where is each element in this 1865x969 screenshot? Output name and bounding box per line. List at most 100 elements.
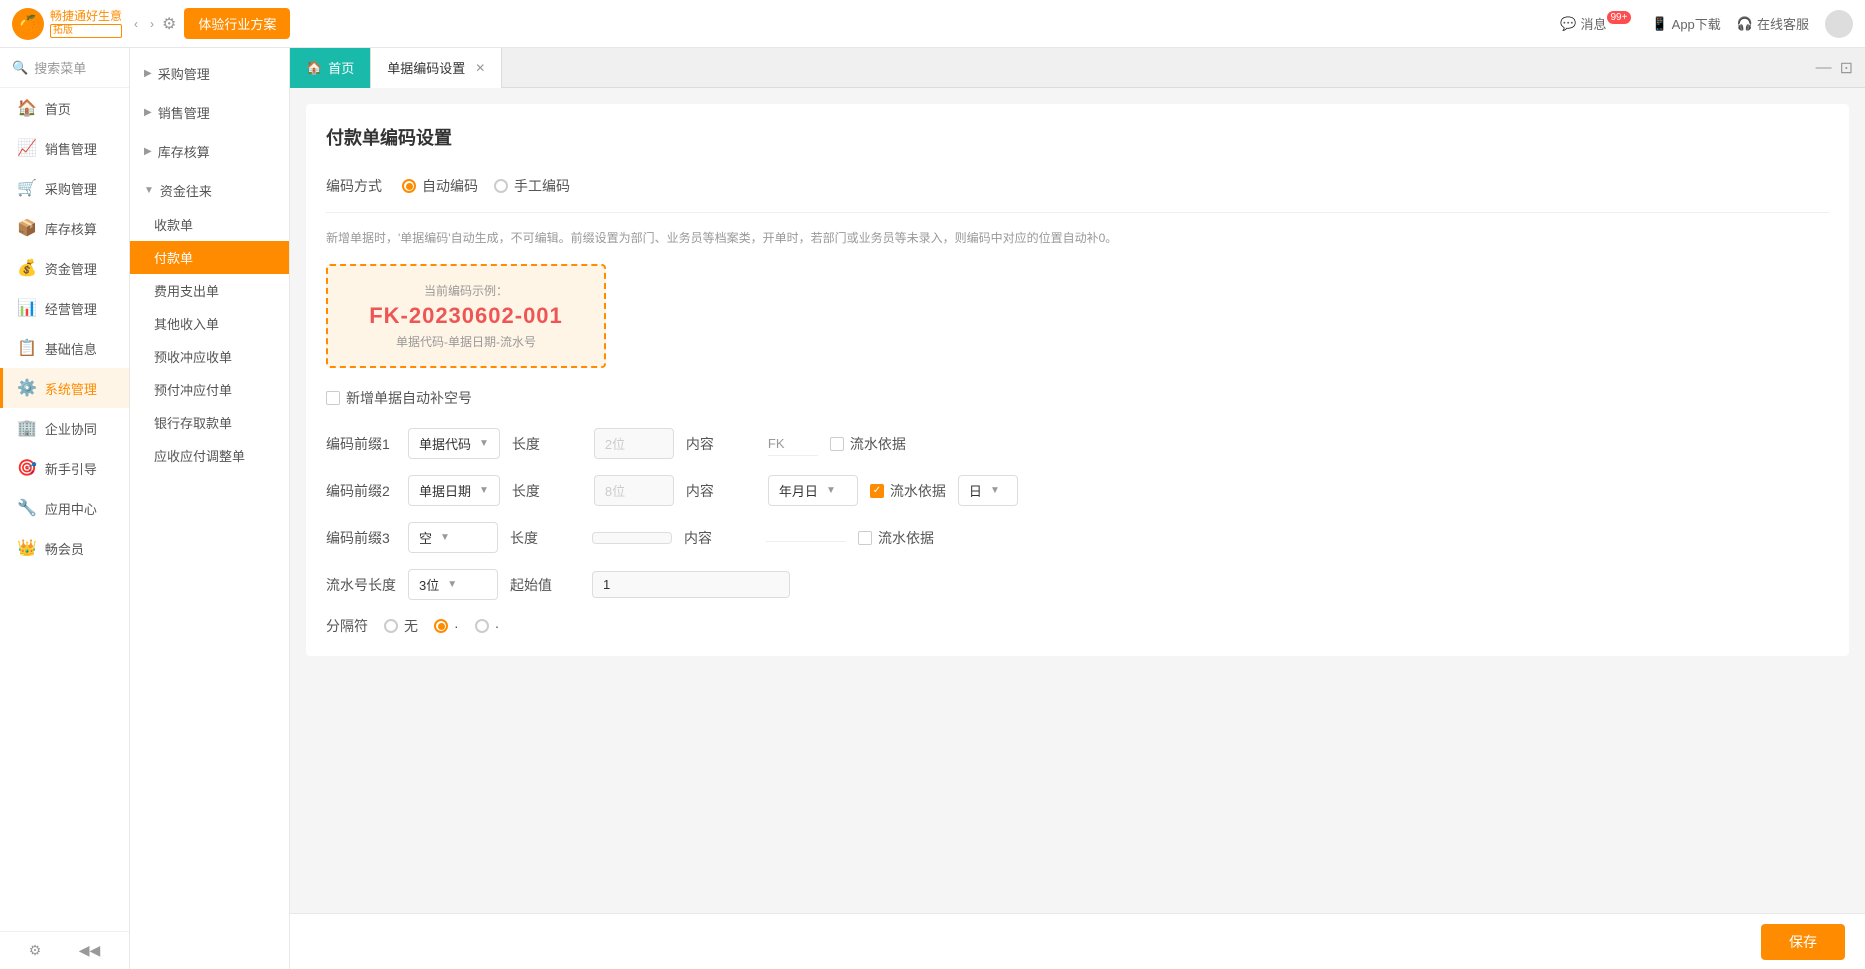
encode-radio-group: 自动编码 手工编码	[402, 176, 570, 196]
start-value-label: 起始值	[510, 575, 580, 595]
top-bar-left: 🍊 畅捷通好生意 拓版 ‹ › ⚙ 体验行业方案	[12, 8, 290, 40]
sub-menu-capital-header[interactable]: ▼ 资金往来	[130, 173, 289, 208]
sub-menu-pre-collection[interactable]: 预收冲应收单	[130, 340, 289, 373]
basic-icon: 📋	[17, 338, 37, 358]
sub-menu-expense[interactable]: 费用支出单	[130, 274, 289, 307]
serial-length-select[interactable]: 3位 ▼	[408, 569, 498, 600]
user-avatar[interactable]	[1825, 10, 1853, 38]
code-preview-box: 当前编码示例： FK-20230602-001 单据代码-单据日期-流水号	[326, 264, 606, 368]
tab-home[interactable]: 🏠 首页	[290, 48, 371, 88]
separator-label: 分隔符	[326, 616, 368, 636]
message-btn[interactable]: 💬 消息 99+	[1560, 14, 1635, 33]
sep-none-dot	[384, 619, 398, 633]
operations-icon: 📊	[17, 298, 37, 318]
sub-menu-payment[interactable]: 付款单	[130, 241, 289, 274]
content3-value	[766, 533, 846, 542]
checkbox-box	[326, 391, 340, 405]
content1-label: 内容	[686, 434, 756, 454]
sub-menu-sales: ▶ 销售管理	[130, 95, 289, 130]
prefix3-row: 编码前缀3 空 ▼ 长度 内容 流水依据	[326, 522, 1829, 553]
stream2-check[interactable]: ✓ 流水依据	[870, 481, 946, 501]
nav-forward-arrow[interactable]: ›	[146, 13, 158, 35]
sidebar-item-enterprise[interactable]: 🏢 企业协同	[0, 408, 129, 448]
collapse-icon[interactable]: ◀◀	[79, 942, 101, 959]
sep-none-radio[interactable]: 无	[384, 616, 418, 636]
arrow-icon: ▶	[144, 107, 152, 118]
new-bill-fill-checkbox[interactable]: 新增单据自动补空号	[326, 388, 1829, 408]
prefix1-select[interactable]: 单据代码 ▼	[408, 428, 500, 459]
tab-bill-code[interactable]: 单据编码设置 ✕	[371, 48, 502, 88]
sub-menu-inventory-header[interactable]: ▶ 库存核算	[130, 134, 289, 169]
app-icon: 📱	[1651, 16, 1667, 32]
top-bar-nav: ‹ › ⚙	[130, 13, 176, 35]
length3-label: 长度	[510, 528, 580, 548]
guide-icon: 🎯	[17, 458, 37, 478]
arrow-icon: ▶	[144, 68, 152, 79]
sidebar-item-purchase[interactable]: 🛒 采购管理	[0, 168, 129, 208]
sidebar-item-home[interactable]: 🏠 首页	[0, 88, 129, 128]
content2-label: 内容	[686, 481, 756, 501]
sidebar-item-finance[interactable]: 💰 资金管理	[0, 248, 129, 288]
tab-bar: 🏠 首页 单据编码设置 ✕ — ⊡	[290, 48, 1865, 88]
nav-back-arrow[interactable]: ‹	[130, 13, 142, 35]
home-tab-icon: 🏠	[306, 60, 322, 76]
sidebar-item-inventory[interactable]: 📦 库存核算	[0, 208, 129, 248]
separator-row: 分隔符 无 · ·	[326, 616, 1829, 636]
stream1-checkbox	[830, 437, 844, 451]
logo: 🍊 畅捷通好生意 拓版	[12, 8, 122, 40]
code-preview-value: FK-20230602-001	[352, 303, 580, 329]
sidebar-item-operations[interactable]: 📊 经营管理	[0, 288, 129, 328]
length1-input: 2位	[594, 428, 674, 459]
content2-arrow-icon: ▼	[826, 485, 836, 496]
sub-menu-pre-payment[interactable]: 预付冲应付单	[130, 373, 289, 406]
top-bar-right: 💬 消息 99+ 📱 App下载 🎧 在线客服	[1560, 10, 1853, 38]
logo-icon: 🍊	[12, 8, 44, 40]
online-service-btn[interactable]: 🎧 在线客服	[1737, 14, 1809, 33]
inventory-icon: 📦	[17, 218, 37, 238]
prefix1-row: 编码前缀1 单据代码 ▼ 长度 2位 内容 FK 流水依据	[326, 428, 1829, 459]
tab-close-btn[interactable]: ✕	[475, 61, 485, 75]
auto-encode-radio[interactable]: 自动编码	[402, 176, 478, 196]
save-button[interactable]: 保存	[1761, 924, 1845, 960]
industry-btn[interactable]: 体验行业方案	[184, 8, 290, 39]
sep-dot-radio[interactable]: ·	[434, 616, 459, 636]
sidebar-item-apps[interactable]: 🔧 应用中心	[0, 488, 129, 528]
sub-menu-purchase-header[interactable]: ▶ 采购管理	[130, 56, 289, 91]
tab-actions: — ⊡	[1804, 58, 1865, 78]
prefix3-select[interactable]: 空 ▼	[408, 522, 498, 553]
start-value-input[interactable]	[592, 571, 790, 598]
code-preview-label: 当前编码示例：	[352, 282, 580, 299]
manual-encode-radio[interactable]: 手工编码	[494, 176, 570, 196]
sidebar-item-guide[interactable]: 🎯 新手引导	[0, 448, 129, 488]
info-text: 新增单据时，'单据编码'自动生成，不可编辑。前缀设置为部门、业务员等档案类，开单…	[326, 229, 1829, 248]
app-download-btn[interactable]: 📱 App下载	[1651, 14, 1720, 33]
tab-maximize-icon[interactable]: ⊡	[1840, 58, 1853, 78]
sub-menu-other-income[interactable]: 其他收入单	[130, 307, 289, 340]
stream3-check[interactable]: 流水依据	[858, 528, 934, 548]
sub-menu-receipt[interactable]: 收款单	[130, 208, 289, 241]
prefix2-row: 编码前缀2 单据日期 ▼ 长度 8位 内容 年月日 ▼ ✓ 流水依据	[326, 475, 1829, 506]
settings-icon[interactable]: ⚙	[162, 14, 176, 34]
stream2-unit-select[interactable]: 日 ▼	[958, 475, 1018, 506]
sub-menu-sales-header[interactable]: ▶ 销售管理	[130, 95, 289, 130]
sep-dash-radio[interactable]: ·	[475, 616, 500, 636]
content-area: 🏠 首页 单据编码设置 ✕ — ⊡ 付款单编码设置 编码方式	[290, 48, 1865, 969]
message-icon: 💬	[1560, 16, 1576, 32]
settings-bottom-icon[interactable]: ⚙	[29, 942, 42, 959]
sidebar-item-system[interactable]: ⚙️ 系统管理	[0, 368, 129, 408]
length2-input: 8位	[594, 475, 674, 506]
sub-menu-adjustment[interactable]: 应收应付调整单	[130, 439, 289, 472]
sidebar-search[interactable]: 🔍 搜索菜单	[0, 48, 129, 88]
finance-icon: 💰	[17, 258, 37, 278]
sidebar-item-basic[interactable]: 📋 基础信息	[0, 328, 129, 368]
content2-select[interactable]: 年月日 ▼	[768, 475, 858, 506]
member-icon: 👑	[17, 538, 37, 558]
sub-menu-bank[interactable]: 银行存取款单	[130, 406, 289, 439]
sidebar-item-member[interactable]: 👑 畅会员	[0, 528, 129, 568]
prefix2-label: 编码前缀2	[326, 481, 396, 501]
stream1-check[interactable]: 流水依据	[830, 434, 906, 454]
prefix2-select[interactable]: 单据日期 ▼	[408, 475, 500, 506]
arrow-expand-icon: ▼	[144, 185, 154, 196]
tab-minimize-icon[interactable]: —	[1816, 59, 1832, 77]
sidebar-item-sales[interactable]: 📈 销售管理	[0, 128, 129, 168]
